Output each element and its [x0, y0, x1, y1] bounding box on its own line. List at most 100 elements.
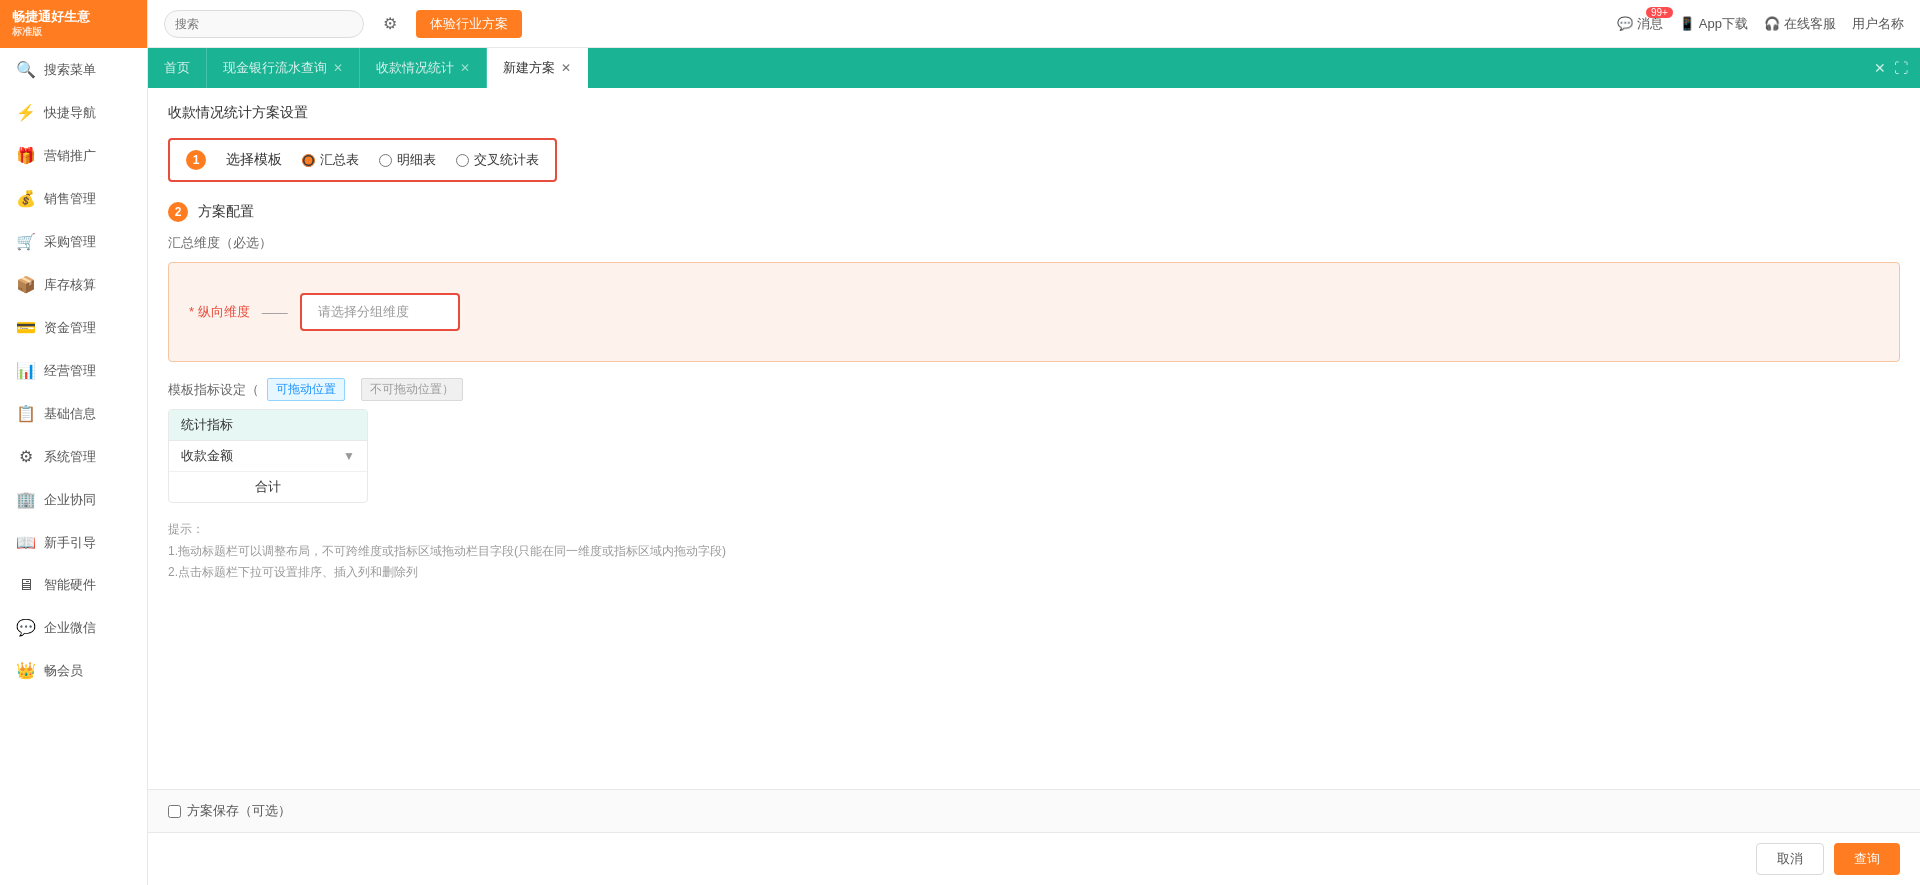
- sidebar-item-sales[interactable]: 💰 销售管理: [0, 177, 147, 220]
- sidebar-item-smart-hw[interactable]: 🖥智能硬件: [0, 564, 147, 606]
- radio-detail-label: 明细表: [397, 151, 436, 169]
- dimension-selector[interactable]: 请选择分组维度: [300, 293, 460, 331]
- tip-intro: 提示：: [168, 519, 1900, 541]
- service-item[interactable]: 🎧 在线客服: [1764, 15, 1836, 33]
- sidebar-item-basic-info[interactable]: 📋基础信息: [0, 392, 147, 435]
- sidebar-label-guide: 新手引导: [44, 534, 96, 552]
- dimension-arrow: ——: [262, 305, 288, 320]
- tab-new-plan[interactable]: 新建方案 ✕: [487, 48, 588, 88]
- sidebar-item-inventory[interactable]: 📦库存核算: [0, 263, 147, 306]
- header-right: 💬 消息 99+ 📱 App下载 🎧 在线客服 用户名称: [1617, 15, 1904, 33]
- radio-summary[interactable]: 汇总表: [302, 151, 359, 169]
- cancel-button[interactable]: 取消: [1756, 843, 1824, 875]
- sidebar-item-quick-nav[interactable]: ⚡快捷导航: [0, 91, 147, 134]
- query-button[interactable]: 查询: [1834, 843, 1900, 875]
- radio-cross[interactable]: 交叉统计表: [456, 151, 539, 169]
- gear-icon[interactable]: ⚙: [376, 10, 404, 38]
- stats-table-header: 统计指标: [169, 410, 367, 441]
- sidebar-icon-system: ⚙: [16, 447, 36, 466]
- notification-badge: 99+: [1646, 7, 1673, 18]
- sidebar-logo: 畅捷通好生意 标准版: [0, 0, 147, 48]
- tips-area: 提示： 1.拖动标题栏可以调整布局，不可跨维度或指标区域拖动栏目字段(只能在同一…: [168, 519, 1900, 584]
- stats-table: 统计指标 收款金额 ▼ 合计: [168, 409, 368, 503]
- tab-home-label: 首页: [164, 59, 190, 77]
- sidebar-icon-member: 👑: [16, 661, 36, 680]
- sidebar-icon-wechat: 💬: [16, 618, 36, 637]
- sidebar-item-system[interactable]: ⚙系统管理: [0, 435, 147, 478]
- step1-header: 1 选择模板 汇总表 明细表 交叉统计表: [168, 138, 1900, 182]
- sidebar-icon-sales: 💰: [16, 189, 36, 208]
- step2-number: 2: [168, 202, 188, 222]
- sidebar-label-business: 经营管理: [44, 362, 96, 380]
- radio-detail[interactable]: 明细表: [379, 151, 436, 169]
- sidebar-label-sales: 销售管理: [44, 190, 96, 208]
- sidebar-item-guide[interactable]: 📖新手引导: [0, 521, 147, 564]
- tag-not-draggable: 不可拖动位置）: [361, 378, 463, 401]
- sidebar-item-business[interactable]: 📊经营管理: [0, 349, 147, 392]
- sidebar-label-basic-info: 基础信息: [44, 405, 96, 423]
- close-window-icon[interactable]: ✕: [1874, 60, 1886, 76]
- main-area: ⚙ 体验行业方案 💬 消息 99+ 📱 App下载 🎧 在线客服 用户名称 首页: [148, 0, 1920, 885]
- stats-total-row: 合计: [169, 472, 367, 502]
- radio-summary-label: 汇总表: [320, 151, 359, 169]
- step2-section: 2 方案配置 汇总维度（必选） * 纵向维度 —— 请选择分组维度: [168, 202, 1900, 584]
- sidebar-label-marketing: 营销推广: [44, 147, 96, 165]
- radio-detail-input[interactable]: [379, 154, 392, 167]
- indicator-settings: 模板指标设定（ 可拖动位置 不可拖动位置） 统计指标 收款金额 ▼: [168, 378, 1900, 503]
- close-icon[interactable]: ✕: [561, 61, 571, 75]
- dimension-title: 汇总维度（必选）: [168, 234, 1900, 252]
- radio-cross-label: 交叉统计表: [474, 151, 539, 169]
- tab-collection-stats[interactable]: 收款情况统计 ✕: [360, 48, 487, 88]
- config-area: 汇总维度（必选） * 纵向维度 —— 请选择分组维度 模板指标设定（ 可拖动位置: [168, 234, 1900, 584]
- sidebar-nav: 🔍搜索菜单⚡快捷导航🎁营销推广 💰 销售管理 🛒采购管理📦库存核算 💳 资金管理 📊经营管理…: [0, 48, 147, 885]
- sidebar-item-wechat[interactable]: 💬企业微信: [0, 606, 147, 649]
- metric-name: 收款金额: [181, 447, 233, 465]
- dimension-area: * 纵向维度 —— 请选择分组维度: [168, 262, 1900, 362]
- tab-bank-query[interactable]: 现金银行流水查询 ✕: [207, 48, 360, 88]
- sidebar-label-quick-nav: 快捷导航: [44, 104, 96, 122]
- sidebar-label-company: 企业协同: [44, 491, 96, 509]
- sidebar-label-inventory: 库存核算: [44, 276, 96, 294]
- sidebar-label-member: 畅会员: [44, 662, 83, 680]
- close-icon[interactable]: ✕: [460, 61, 470, 75]
- message-icon: 💬: [1617, 16, 1633, 31]
- sidebar-icon-smart-hw: 🖥: [16, 576, 36, 594]
- sidebar-icon-finance: 💳: [16, 318, 36, 337]
- tag-draggable: 可拖动位置: [267, 378, 345, 401]
- expand-window-icon[interactable]: ⛶: [1894, 60, 1908, 76]
- username-display[interactable]: 用户名称: [1852, 15, 1904, 33]
- download-icon: 📱: [1679, 16, 1695, 31]
- edition-label: 标准版: [12, 25, 90, 39]
- tab-bar: 首页 现金银行流水查询 ✕ 收款情况统计 ✕ 新建方案 ✕ ✕ ⛶: [148, 48, 1920, 88]
- dropdown-icon[interactable]: ▼: [343, 449, 355, 463]
- industry-button[interactable]: 体验行业方案: [416, 10, 522, 38]
- sidebar-item-search-menu[interactable]: 🔍搜索菜单: [0, 48, 147, 91]
- radio-cross-input[interactable]: [456, 154, 469, 167]
- footer-actions: 取消 查询: [148, 832, 1920, 885]
- tab-home[interactable]: 首页: [148, 48, 207, 88]
- search-input[interactable]: [164, 10, 364, 38]
- step2-header: 2 方案配置: [168, 202, 1900, 222]
- save-checkbox[interactable]: [168, 805, 181, 818]
- sidebar-item-finance[interactable]: 💳 资金管理: [0, 306, 147, 349]
- save-option[interactable]: 方案保存（可选）: [168, 802, 1900, 820]
- row-dimension-label: * 纵向维度: [189, 303, 250, 321]
- sidebar-icon-company: 🏢: [16, 490, 36, 509]
- sidebar-label-finance: 资金管理: [44, 319, 96, 337]
- tab-bar-right: ✕ ⛶: [1874, 60, 1920, 76]
- header-left: ⚙ 体验行业方案: [164, 10, 522, 38]
- sidebar-item-purchase[interactable]: 🛒采购管理: [0, 220, 147, 263]
- sidebar-item-member[interactable]: 👑 畅会员: [0, 649, 147, 692]
- radio-summary-input[interactable]: [302, 154, 315, 167]
- download-item[interactable]: 📱 App下载: [1679, 15, 1748, 33]
- indicator-label: 模板指标设定（: [168, 381, 259, 399]
- sidebar-item-company[interactable]: 🏢 企业协同: [0, 478, 147, 521]
- notification-item[interactable]: 💬 消息 99+: [1617, 15, 1663, 33]
- tip-1: 1.拖动标题栏可以调整布局，不可跨维度或指标区域拖动栏目字段(只能在同一维度或指…: [168, 541, 1900, 563]
- logo-text: 畅捷通好生意: [12, 9, 90, 25]
- sidebar-item-marketing[interactable]: 🎁营销推广: [0, 134, 147, 177]
- tab-collection-label: 收款情况统计: [376, 59, 454, 77]
- close-icon[interactable]: ✕: [333, 61, 343, 75]
- sidebar-label-purchase: 采购管理: [44, 233, 96, 251]
- sidebar-label-search-menu: 搜索菜单: [44, 61, 96, 79]
